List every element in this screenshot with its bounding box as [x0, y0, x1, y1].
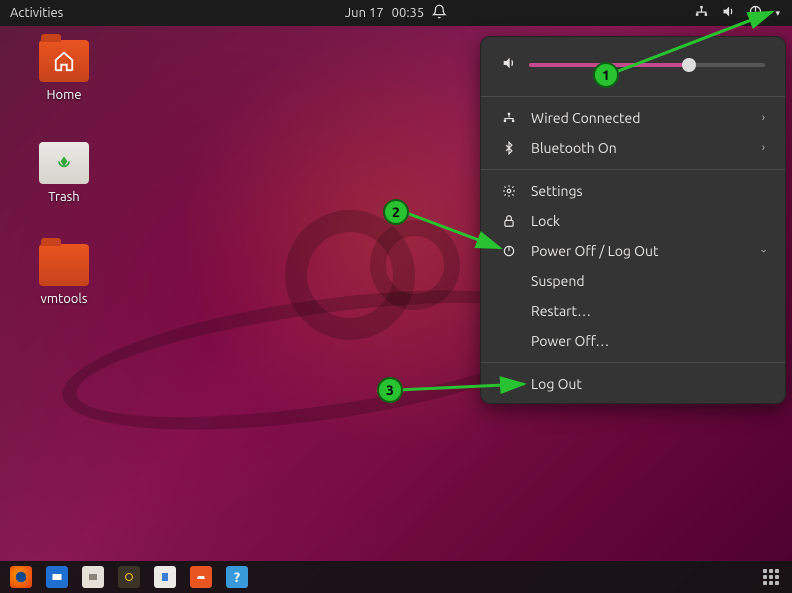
- trash-icon: [39, 142, 89, 184]
- desktop-icons: Home Trash vmtools: [30, 40, 98, 306]
- network-icon: [694, 4, 709, 22]
- desktop-icon-home[interactable]: Home: [30, 40, 98, 102]
- volume-slider[interactable]: [529, 63, 765, 67]
- dock-app-rhythmbox[interactable]: [118, 566, 140, 588]
- status-area[interactable]: ▾: [694, 4, 792, 22]
- menu-item-label: Lock: [531, 213, 560, 229]
- activities-button[interactable]: Activities: [0, 6, 63, 20]
- menu-item-wired[interactable]: Wired Connected ›: [481, 103, 785, 133]
- menu-item-bluetooth[interactable]: Bluetooth On ›: [481, 133, 785, 163]
- dock-app-texteditor[interactable]: [154, 566, 176, 588]
- home-icon: [39, 40, 89, 82]
- submenu-item-suspend[interactable]: Suspend: [481, 266, 785, 296]
- menu-item-label: Bluetooth On: [531, 140, 617, 156]
- power-icon: [748, 4, 763, 22]
- power-icon: [501, 244, 517, 258]
- notification-icon: [432, 4, 447, 22]
- menu-item-lock[interactable]: Lock: [481, 206, 785, 236]
- folder-icon: [39, 40, 89, 82]
- chevron-right-icon: ›: [762, 142, 765, 154]
- dock-app-thunderbird[interactable]: [46, 566, 68, 588]
- submenu-item-poweroff[interactable]: Power Off…: [481, 326, 785, 356]
- submenu-item-restart[interactable]: Restart…: [481, 296, 785, 326]
- annotation-badge-3: 3: [377, 377, 403, 403]
- lock-icon: [501, 214, 517, 228]
- menu-item-label: Suspend: [531, 273, 585, 289]
- annotation-badge-1: 1: [593, 62, 619, 88]
- gear-icon: [501, 184, 517, 198]
- menu-item-label: Restart…: [531, 303, 591, 319]
- desktop-icon-trash[interactable]: Trash: [30, 142, 98, 204]
- folder-icon: [39, 244, 89, 286]
- chevron-down-icon: ›: [757, 249, 769, 252]
- desktop-icon-label: Home: [46, 88, 81, 102]
- bluetooth-icon: [501, 141, 517, 155]
- clock[interactable]: Jun 17 00:35: [345, 4, 447, 22]
- volume-row: [481, 47, 785, 90]
- menu-item-label: Power Off…: [531, 333, 609, 349]
- desktop-icon-label: Trash: [48, 190, 79, 204]
- volume-icon: [721, 4, 736, 22]
- desktop-icon-label: vmtools: [41, 292, 88, 306]
- menu-item-power-logout[interactable]: Power Off / Log Out ›: [481, 236, 785, 266]
- volume-icon: [501, 55, 517, 74]
- menu-item-label: Wired Connected: [531, 110, 640, 126]
- submenu-item-logout[interactable]: Log Out: [481, 369, 785, 399]
- menu-item-label: Power Off / Log Out: [531, 243, 659, 259]
- time-label: 00:35: [392, 6, 425, 20]
- show-applications-button[interactable]: [760, 566, 782, 588]
- system-menu: Wired Connected › Bluetooth On › Setting…: [480, 36, 786, 404]
- menu-item-settings[interactable]: Settings: [481, 176, 785, 206]
- network-icon: [501, 111, 517, 125]
- desktop-icon-vmtools[interactable]: vmtools: [30, 244, 98, 306]
- top-bar: Activities Jun 17 00:35 ▾: [0, 0, 792, 26]
- dock-app-firefox[interactable]: [10, 566, 32, 588]
- dock: ?: [0, 561, 792, 593]
- dock-app-help[interactable]: ?: [226, 566, 248, 588]
- menu-item-label: Log Out: [531, 376, 582, 392]
- dock-app-software[interactable]: [190, 566, 212, 588]
- chevron-right-icon: ›: [762, 112, 765, 124]
- dock-app-files[interactable]: [82, 566, 104, 588]
- menu-item-label: Settings: [531, 183, 583, 199]
- annotation-badge-2: 2: [383, 199, 409, 225]
- chevron-down-icon: ▾: [775, 8, 780, 19]
- date-label: Jun 17: [345, 6, 384, 20]
